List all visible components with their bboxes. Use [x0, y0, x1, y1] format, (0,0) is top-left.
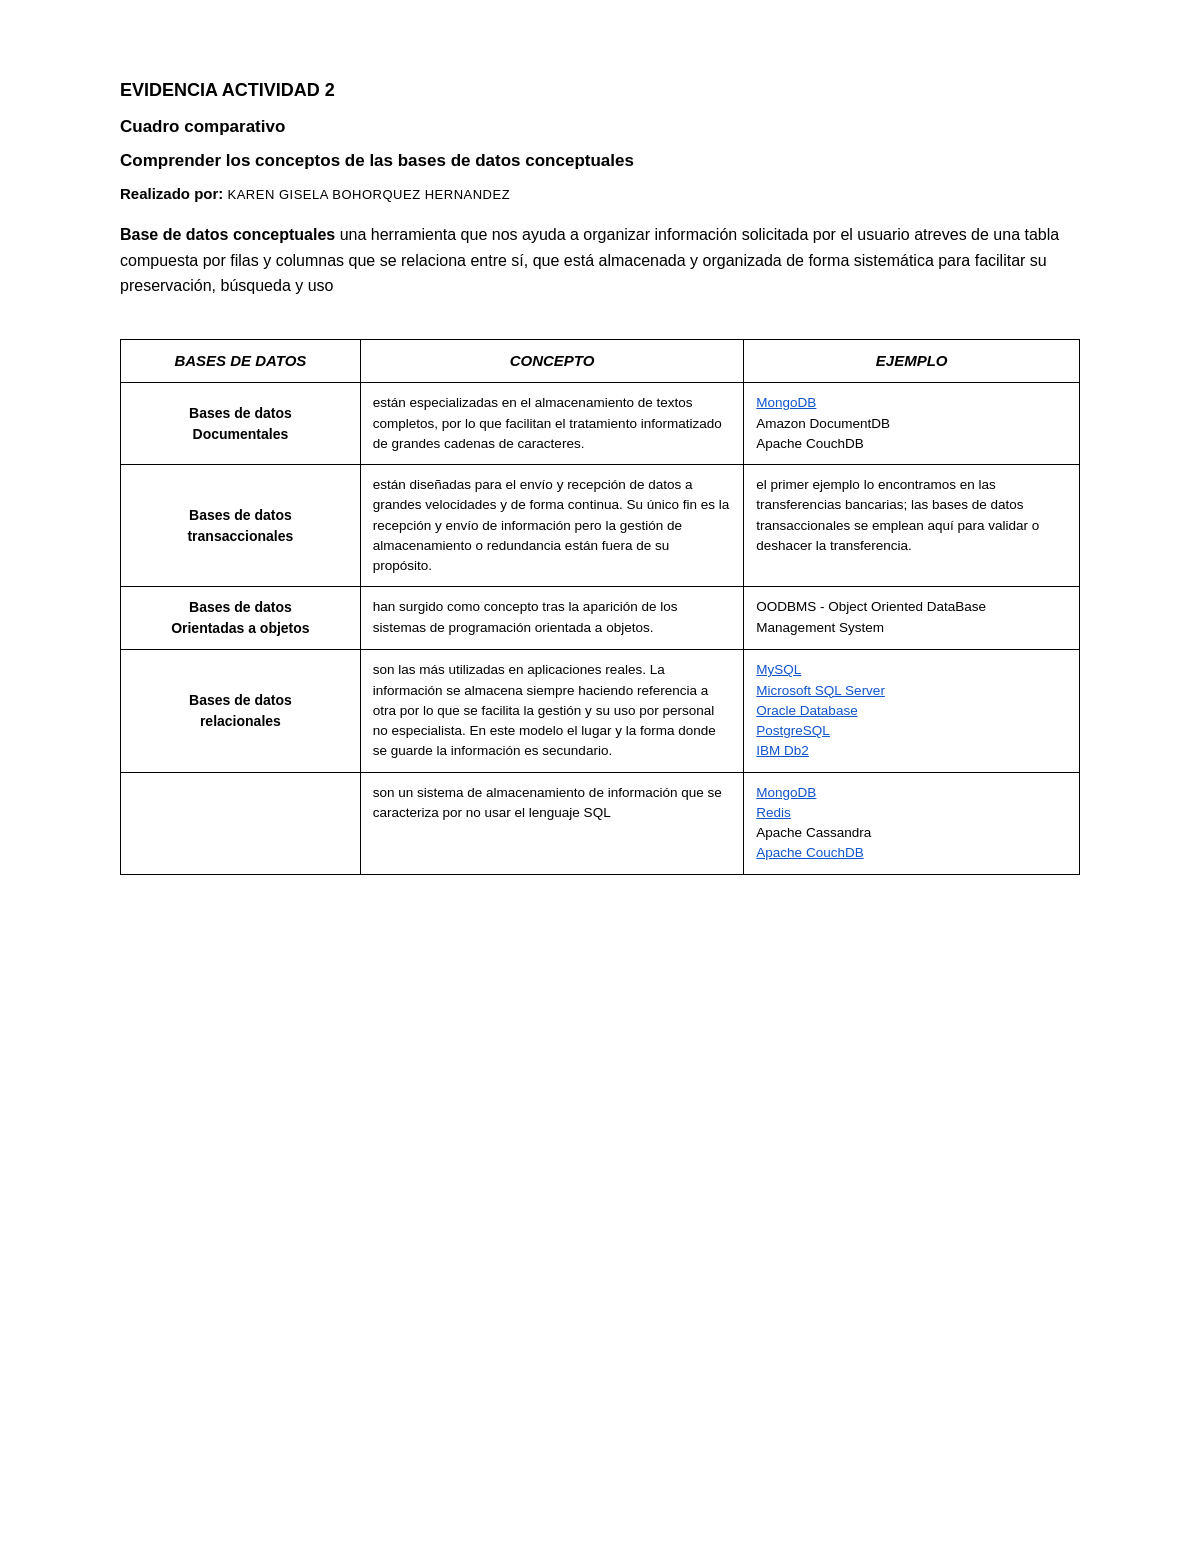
table-row: Bases de datosDocumentalesestán especial…: [121, 383, 1080, 465]
subtitle: Comprender los conceptos de las bases de…: [120, 151, 1080, 171]
ejemplo-text: Apache Cassandra: [756, 825, 871, 840]
ejemplo-cell: MySQL Microsoft SQL Server Oracle Database…: [744, 650, 1080, 772]
bases-cell: Bases de datosOrientadas a objetos: [121, 587, 361, 650]
bases-cell: [121, 772, 361, 874]
bases-label: Bases de datos: [133, 403, 348, 424]
ejemplo-link[interactable]: Apache CouchDB: [756, 845, 863, 860]
bases-label-2: Documentales: [133, 424, 348, 445]
bases-cell: Bases de datostransaccionales: [121, 465, 361, 587]
ejemplo-cell: MongoDB Redis Apache Cassandra Apache Couch…: [744, 772, 1080, 874]
bases-label-2: Orientadas a objetos: [133, 618, 348, 639]
col-header-ejemplo: EJEMPLO: [744, 339, 1080, 383]
bases-cell: Bases de datosDocumentales: [121, 383, 361, 465]
bases-label: Bases de datos: [133, 505, 348, 526]
realizado-por-label: Realizado por:: [120, 185, 223, 202]
ejemplo-link[interactable]: IBM Db2: [756, 743, 809, 758]
ejemplo-text: Amazon DocumentDB: [756, 416, 890, 431]
page-title: EVIDENCIA ACTIVIDAD 2: [120, 80, 1080, 101]
ejemplo-link[interactable]: Oracle Database: [756, 703, 857, 718]
concepto-cell: son las más utilizadas en aplicaciones r…: [360, 650, 744, 772]
table-row: Bases de datostransaccionalesestán diseñ…: [121, 465, 1080, 587]
author-name: KAREN GISELA BOHORQUEZ HERNANDEZ: [228, 187, 511, 202]
ejemplo-link[interactable]: MongoDB: [756, 395, 816, 410]
ejemplo-cell: el primer ejemplo lo encontramos en las …: [744, 465, 1080, 587]
concepto-cell: han surgido como concepto tras la aparic…: [360, 587, 744, 650]
ejemplo-cell: MongoDB Amazon DocumentDB Apache CouchDB: [744, 383, 1080, 465]
bases-label-2: relacionales: [133, 711, 348, 732]
author-line: Realizado por: KAREN GISELA BOHORQUEZ HE…: [120, 185, 1080, 202]
ejemplo-link[interactable]: MongoDB: [756, 785, 816, 800]
concepto-cell: están diseñadas para el envío y recepció…: [360, 465, 744, 587]
ejemplo-cell: OODBMS - Object Oriented DataBase Manage…: [744, 587, 1080, 650]
col-header-bases: BASES DE DATOS: [121, 339, 361, 383]
intro-paragraph: Base de datos conceptuales una herramien…: [120, 222, 1080, 299]
bases-cell: Bases de datosrelacionales: [121, 650, 361, 772]
table-row: Bases de datosrelacionalesson las más ut…: [121, 650, 1080, 772]
ejemplo-link[interactable]: Microsoft SQL Server: [756, 683, 885, 698]
section-title: Cuadro comparativo: [120, 117, 1080, 137]
bases-label-2: transaccionales: [133, 526, 348, 547]
bases-label: Bases de datos: [133, 690, 348, 711]
intro-bold: Base de datos conceptuales: [120, 226, 335, 243]
table-row: Bases de datosOrientadas a objetoshan su…: [121, 587, 1080, 650]
concepto-cell: están especializadas en el almacenamient…: [360, 383, 744, 465]
table-row: son un sistema de almacenamiento de info…: [121, 772, 1080, 874]
ejemplo-link[interactable]: MySQL: [756, 662, 801, 677]
ejemplo-link[interactable]: PostgreSQL: [756, 723, 830, 738]
bases-label: Bases de datos: [133, 597, 348, 618]
col-header-concepto: CONCEPTO: [360, 339, 744, 383]
ejemplo-text: Apache CouchDB: [756, 436, 863, 451]
ejemplo-link[interactable]: Redis: [756, 805, 791, 820]
concepto-cell: son un sistema de almacenamiento de info…: [360, 772, 744, 874]
comparison-table: BASES DE DATOS CONCEPTO EJEMPLO Bases de…: [120, 339, 1080, 875]
